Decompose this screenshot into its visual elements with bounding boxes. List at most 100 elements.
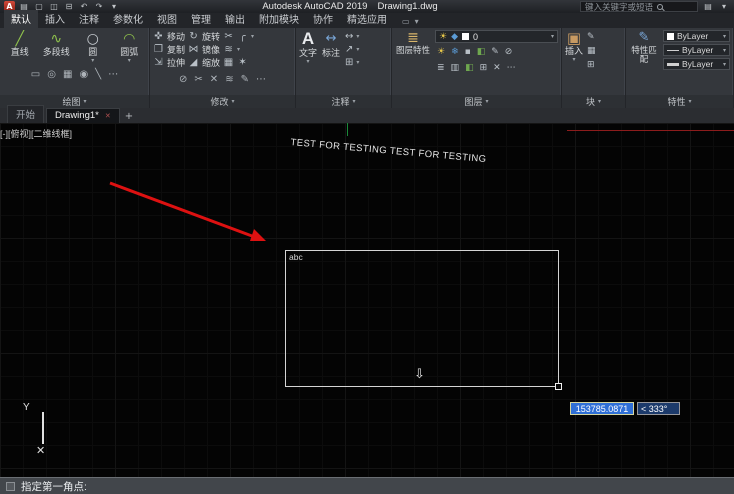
layer-properties-button[interactable]: ≣ 图层特性 bbox=[395, 30, 431, 75]
insert-dropdown-icon[interactable]: ▾ bbox=[573, 56, 576, 63]
command-customize-icon[interactable] bbox=[6, 481, 15, 491]
text-button[interactable]: A 文字 ▾ bbox=[299, 30, 317, 69]
lineweight-select[interactable]: ByLayer ▾ bbox=[663, 58, 730, 70]
array-button[interactable]: ▦ bbox=[223, 57, 234, 68]
close-tab-icon[interactable]: ✕ bbox=[105, 112, 111, 120]
rotate-button[interactable]: ↻ 旋转 bbox=[188, 30, 220, 43]
xline-tool-icon[interactable]: ╲ bbox=[95, 69, 101, 80]
draw-panel-expand-icon[interactable]: ▾ bbox=[84, 98, 87, 105]
circle-button[interactable]: ○ 圆 ▾ bbox=[77, 31, 109, 64]
ellipse-tool-icon[interactable]: ◎ bbox=[47, 69, 56, 80]
line-button[interactable]: ╱ 直线 bbox=[4, 31, 36, 64]
ribbon-options-icon[interactable]: ▾ bbox=[415, 17, 419, 26]
leader-icon[interactable]: ↗ bbox=[345, 44, 353, 55]
offset-button[interactable]: ≋ bbox=[223, 44, 234, 55]
tab-output[interactable]: 输出 bbox=[218, 10, 252, 28]
table-icon[interactable]: ⊞ bbox=[345, 57, 353, 68]
layer-isolate-icon[interactable]: ◧ bbox=[477, 47, 486, 57]
match-properties-button[interactable]: ✎ 特性匹配 bbox=[629, 30, 659, 70]
lineweight-dropdown-icon[interactable]: ▾ bbox=[723, 61, 726, 68]
object-color-select[interactable]: ByLayer ▾ bbox=[663, 30, 730, 42]
tab-parametric[interactable]: 参数化 bbox=[106, 10, 150, 28]
fillet-dropdown-icon[interactable]: ▾ bbox=[237, 46, 240, 53]
tab-view[interactable]: 视图 bbox=[150, 10, 184, 28]
linear-dim-icon[interactable]: ↔ bbox=[345, 31, 353, 42]
insert-block-button[interactable]: ▣ 插入 ▾ bbox=[565, 30, 583, 72]
tab-addins[interactable]: 附加模块 bbox=[252, 10, 306, 28]
start-tab[interactable]: 开始 bbox=[7, 105, 45, 123]
properties-panel-label[interactable]: 特性 ▾ bbox=[626, 95, 733, 108]
explode-button[interactable]: ✶ bbox=[237, 57, 248, 68]
edit-tool-icon[interactable]: ✎ bbox=[241, 74, 249, 85]
linetype-select[interactable]: ByLayer ▾ bbox=[663, 44, 730, 56]
block-attributes-icon[interactable]: ⊞ bbox=[587, 60, 596, 72]
tab-annotate[interactable]: 注释 bbox=[72, 10, 106, 28]
arc-dropdown-icon[interactable]: ▾ bbox=[128, 57, 131, 64]
mirror-button[interactable]: ⋈ 镜像 bbox=[188, 43, 221, 56]
apps-icon[interactable]: ▤ bbox=[702, 1, 714, 13]
annotation-panel-expand-icon[interactable]: ▾ bbox=[353, 98, 356, 105]
layers-panel-expand-icon[interactable]: ▾ bbox=[486, 98, 489, 105]
linetype-dropdown-icon[interactable]: ▾ bbox=[723, 47, 726, 54]
annotation-panel-label[interactable]: 注释 ▾ bbox=[296, 95, 391, 108]
properties-panel-expand-icon[interactable]: ▾ bbox=[689, 98, 692, 105]
layer-copy-icon[interactable]: ⊞ bbox=[480, 63, 488, 73]
modify-panel-expand-icon[interactable]: ▾ bbox=[232, 98, 235, 105]
table-dropdown-icon[interactable]: ▾ bbox=[356, 59, 359, 66]
trim-dropdown-icon[interactable]: ▾ bbox=[251, 33, 254, 40]
tab-home[interactable]: 默认 bbox=[4, 10, 38, 28]
layer-state-icon[interactable]: ≣ bbox=[437, 63, 445, 73]
layer-off-tool-icon[interactable]: ⊘ bbox=[505, 47, 513, 57]
dynamic-input-value[interactable]: 153785.0871 bbox=[570, 402, 634, 415]
minimize-ribbon-icon[interactable]: ▭ bbox=[402, 17, 410, 26]
more-layer-tools-icon[interactable]: ⋯ bbox=[507, 63, 516, 73]
layer-lock-icon[interactable]: ▪ bbox=[465, 47, 471, 57]
tab-collaborate[interactable]: 协作 bbox=[306, 10, 340, 28]
new-drawing-tab-button[interactable]: + bbox=[125, 111, 133, 123]
tab-insert[interactable]: 插入 bbox=[38, 10, 72, 28]
color-dropdown-icon[interactable]: ▾ bbox=[723, 33, 726, 40]
search-input[interactable]: 键入关键字或短语 bbox=[580, 1, 698, 12]
layer-delete-icon[interactable]: ✕ bbox=[493, 63, 501, 73]
layer-merge-icon[interactable]: ◧ bbox=[465, 63, 474, 73]
polyline-button[interactable]: ∿ 多段线 bbox=[41, 31, 73, 64]
command-line[interactable]: 指定第一角点: bbox=[0, 477, 734, 494]
layer-walk-icon[interactable]: ▥ bbox=[451, 63, 460, 73]
layer-select-dropdown-icon[interactable]: ▾ bbox=[551, 33, 554, 40]
search-icon[interactable] bbox=[657, 3, 664, 10]
break-tool-icon[interactable]: ✕ bbox=[210, 74, 218, 85]
layers-panel-label[interactable]: 图层 ▾ bbox=[392, 95, 561, 108]
scale-button[interactable]: ◢ 缩放 bbox=[188, 56, 220, 69]
layer-freeze-tool-icon[interactable]: ❄ bbox=[451, 47, 459, 57]
modify-panel-label[interactable]: 修改 ▾ bbox=[150, 95, 295, 108]
trim-small-icon[interactable]: ✂ bbox=[194, 74, 202, 85]
leader-dropdown-icon[interactable]: ▾ bbox=[356, 46, 359, 53]
linear-dim-dropdown-icon[interactable]: ▾ bbox=[356, 33, 359, 40]
block-panel-label[interactable]: 块 ▾ bbox=[562, 95, 625, 108]
stretch-button[interactable]: ⇲ 拉伸 bbox=[153, 56, 185, 69]
dimension-button[interactable]: ↔ 标注 bbox=[322, 30, 340, 69]
drawing-canvas[interactable]: [-][俯视][二维线框] TEST FOR TESTING TEST FOR … bbox=[0, 123, 734, 477]
tab-featured-apps[interactable]: 精选应用 bbox=[340, 10, 394, 28]
move-button[interactable]: ✜ 移动 bbox=[153, 30, 185, 43]
layer-match-icon[interactable]: ✎ bbox=[491, 47, 499, 57]
erase-tool-icon[interactable]: ⊘ bbox=[179, 74, 187, 85]
titlebar-dropdown-icon[interactable]: ▾ bbox=[718, 1, 730, 13]
layer-select[interactable]: ☀ ◆ 0 ▾ bbox=[435, 30, 558, 43]
trim-button[interactable]: ✂ bbox=[223, 31, 234, 42]
edit-block-icon[interactable]: ✎ bbox=[587, 32, 596, 44]
offset-small-icon[interactable]: ≋ bbox=[225, 74, 233, 85]
arc-button[interactable]: ◠ 圆弧 ▾ bbox=[114, 31, 146, 64]
create-block-icon[interactable]: ▦ bbox=[587, 46, 596, 58]
more-draw-tools-icon[interactable]: ⋯ bbox=[108, 69, 118, 80]
drawing1-tab[interactable]: Drawing1* ✕ bbox=[46, 108, 120, 123]
rectangle-tool-icon[interactable]: ▭ bbox=[31, 69, 40, 80]
donut-tool-icon[interactable]: ◉ bbox=[79, 69, 88, 80]
hatch-tool-icon[interactable]: ▦ bbox=[63, 69, 72, 80]
block-panel-expand-icon[interactable]: ▾ bbox=[598, 98, 601, 105]
text-dropdown-icon[interactable]: ▾ bbox=[307, 58, 310, 65]
copy-button[interactable]: ❐ 复制 bbox=[153, 43, 185, 56]
more-modify-tools-icon[interactable]: ⋯ bbox=[256, 74, 266, 85]
layer-off-icon[interactable]: ☀ bbox=[437, 47, 445, 57]
fillet-button[interactable]: ╭ bbox=[237, 31, 248, 42]
